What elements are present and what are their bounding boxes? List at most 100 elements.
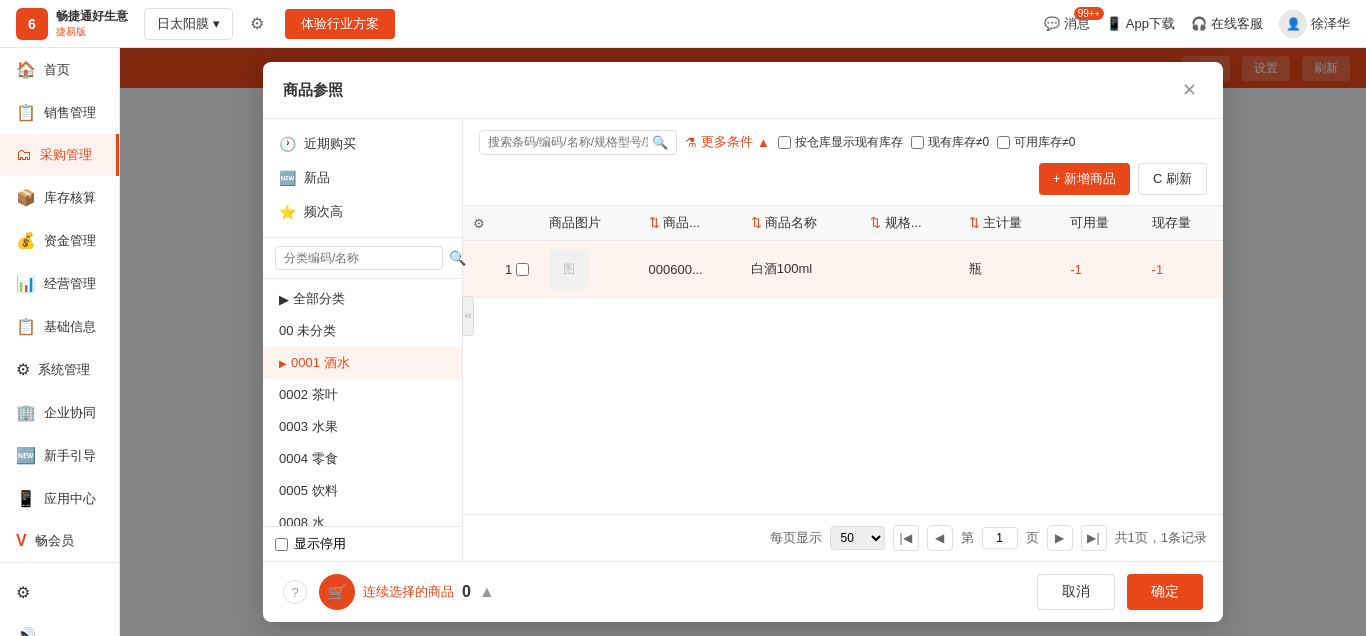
col-name-header[interactable]: ⇅ 商品名称 [741, 206, 860, 241]
usable-ne-group: 可用库存≠0 [997, 134, 1075, 151]
cat-0008[interactable]: 0008 水 [263, 507, 462, 526]
sidebar-item-system[interactable]: ⚙ 系统管理 [0, 348, 119, 391]
confirm-btn[interactable]: 确定 [1127, 574, 1203, 610]
product-search-box: 🔍 [479, 130, 677, 155]
modal-toolbar: 🔍 ⚗ 更多条件 ▲ 按仓库显示现有库存 [463, 119, 1223, 206]
show-disabled-checkbox[interactable] [275, 538, 288, 551]
row-number: 1 [505, 262, 512, 277]
available-ne-checkbox[interactable] [911, 136, 924, 149]
warehouse-checkbox[interactable] [778, 136, 791, 149]
filter-more-btn[interactable]: ⚗ 更多条件 ▲ [685, 129, 770, 155]
page-label: 第 [961, 529, 974, 547]
sidebar-item-inventory[interactable]: 📦 库存核算 [0, 176, 119, 219]
row-checkbox[interactable] [516, 263, 529, 276]
help-btn[interactable]: ? [283, 580, 307, 604]
sidebar-settings-btn[interactable]: ⚙ [0, 571, 119, 614]
app-download-label: App下载 [1126, 15, 1175, 33]
cat-0005[interactable]: 0005 饮料 [263, 475, 462, 507]
settings-icon[interactable]: ⚙ [241, 8, 273, 40]
cat-search-icon[interactable]: 🔍 [449, 250, 466, 266]
toolbar-right: + 新增商品 C 刷新 [1039, 163, 1207, 195]
cart-icon[interactable]: 🛒 [319, 574, 355, 610]
cat-0003[interactable]: 0003 水果 [263, 411, 462, 443]
cat-all-label: 全部分类 [293, 290, 345, 308]
col-settings[interactable]: ⚙ [463, 206, 495, 241]
col-img-header: 商品图片 [539, 206, 638, 241]
store-selector[interactable]: 日太阳膜 ▾ [144, 8, 233, 40]
online-service-btn[interactable]: 🎧 在线客服 [1191, 15, 1263, 33]
cat-all[interactable]: ▶ 全部分类 [263, 283, 462, 315]
user-avatar[interactable]: 👤 徐泽华 [1279, 10, 1350, 38]
inventory-icon: 📦 [16, 188, 36, 207]
cat-00-label: 00 未分类 [279, 322, 336, 340]
badge-plus: + [1095, 9, 1100, 19]
refresh-btn[interactable]: C 刷新 [1138, 163, 1207, 195]
content-area: 查询 设置 刷新 商品参照 ✕ [120, 48, 1366, 636]
quick-tabs: 🕐 近期购买 🆕 新品 ⭐ 频次高 [263, 119, 462, 238]
phone-icon: 📱 [1106, 16, 1122, 31]
table-row[interactable]: 1 图 000600... 白酒100ml [463, 241, 1223, 298]
col-spec-header[interactable]: ⇅ 规格... [860, 206, 959, 241]
enterprise-icon: 🏢 [16, 403, 36, 422]
add-product-btn[interactable]: + 新增商品 [1039, 163, 1130, 195]
logo-badge: 捷易版 [56, 25, 128, 39]
per-page-select[interactable]: 50 10 20 100 [830, 526, 885, 550]
service-label: 在线客服 [1211, 15, 1263, 33]
tab-recent[interactable]: 🕐 近期购买 [263, 127, 462, 161]
search-icon[interactable]: 🔍 [652, 135, 668, 150]
filter-btn-label: 更多条件 [701, 133, 753, 151]
prev-page-btn[interactable]: ◀ [927, 525, 953, 551]
category-search-input[interactable] [275, 246, 443, 270]
col-unit-header[interactable]: ⇅ 主计量 [959, 206, 1061, 241]
trial-btn[interactable]: 体验行业方案 [285, 9, 395, 39]
sidebar: 🏠 首页 📋 销售管理 🗂 采购管理 📦 库存核算 💰 资金管理 📊 经营管理 … [0, 48, 120, 636]
modal-title: 商品参照 [283, 81, 343, 100]
sidebar-label-home: 首页 [44, 61, 70, 79]
last-page-btn[interactable]: ▶| [1081, 525, 1107, 551]
tab-new-label: 新品 [304, 169, 330, 187]
modal-right-panel: 🔍 ⚗ 更多条件 ▲ 按仓库显示现有库存 [463, 119, 1223, 561]
col-checkbox [495, 206, 539, 241]
sidebar-item-home[interactable]: 🏠 首页 [0, 48, 119, 91]
cat-0004[interactable]: 0004 零食 [263, 443, 462, 475]
sales-icon: 📋 [16, 103, 36, 122]
cat-0002[interactable]: 0002 茶叶 [263, 379, 462, 411]
cat-0001[interactable]: ▶ 0001 酒水 [263, 347, 462, 379]
cat-00[interactable]: 00 未分类 [263, 315, 462, 347]
dropdown-arrow-icon: ▾ [213, 16, 220, 31]
footer-actions: 取消 确定 [1037, 574, 1203, 610]
messages-btn[interactable]: 💬 消息 99++ [1044, 15, 1090, 33]
username: 徐泽华 [1311, 15, 1350, 33]
row-spec [860, 241, 959, 298]
product-search-input[interactable] [488, 135, 648, 149]
purchase-icon: 🗂 [16, 146, 32, 164]
col-available-header: 可用量 [1060, 206, 1141, 241]
page-suffix: 页 [1026, 529, 1039, 547]
col-code-header[interactable]: ⇅ 商品... [639, 206, 741, 241]
tab-new[interactable]: 🆕 新品 [263, 161, 462, 195]
sidebar-item-member[interactable]: V 畅会员 [0, 520, 119, 562]
first-page-btn[interactable]: |◀ [893, 525, 919, 551]
headset-icon: 🎧 [1191, 16, 1207, 31]
sidebar-item-apps[interactable]: 📱 应用中心 [0, 477, 119, 520]
tab-frequent[interactable]: ⭐ 频次高 [263, 195, 462, 229]
sidebar-item-finance[interactable]: 💰 资金管理 [0, 219, 119, 262]
sidebar-label-enterprise: 企业协同 [44, 404, 96, 422]
sidebar-item-guide[interactable]: 🆕 新手引导 [0, 434, 119, 477]
page-number-input[interactable] [982, 527, 1018, 549]
sidebar-item-basic[interactable]: 📋 基础信息 [0, 305, 119, 348]
next-page-btn[interactable]: ▶ [1047, 525, 1073, 551]
app-download-btn[interactable]: 📱 App下载 [1106, 15, 1175, 33]
cat-0004-label: 0004 零食 [279, 450, 338, 468]
modal-close-btn[interactable]: ✕ [1175, 76, 1203, 104]
sidebar-item-sales[interactable]: 📋 销售管理 [0, 91, 119, 134]
cancel-btn[interactable]: 取消 [1037, 574, 1115, 610]
sidebar-item-purchase[interactable]: 🗂 采购管理 [0, 134, 119, 176]
collapse-panel-btn[interactable]: ‹‹ [462, 296, 474, 336]
cat-0005-label: 0005 饮料 [279, 482, 338, 500]
sidebar-volume-btn[interactable]: 🔊 [0, 614, 119, 636]
footer-collapse-btn[interactable]: ▲ [479, 583, 495, 601]
usable-ne-checkbox[interactable] [997, 136, 1010, 149]
sidebar-item-enterprise[interactable]: 🏢 企业协同 [0, 391, 119, 434]
sidebar-item-operation[interactable]: 📊 经营管理 [0, 262, 119, 305]
